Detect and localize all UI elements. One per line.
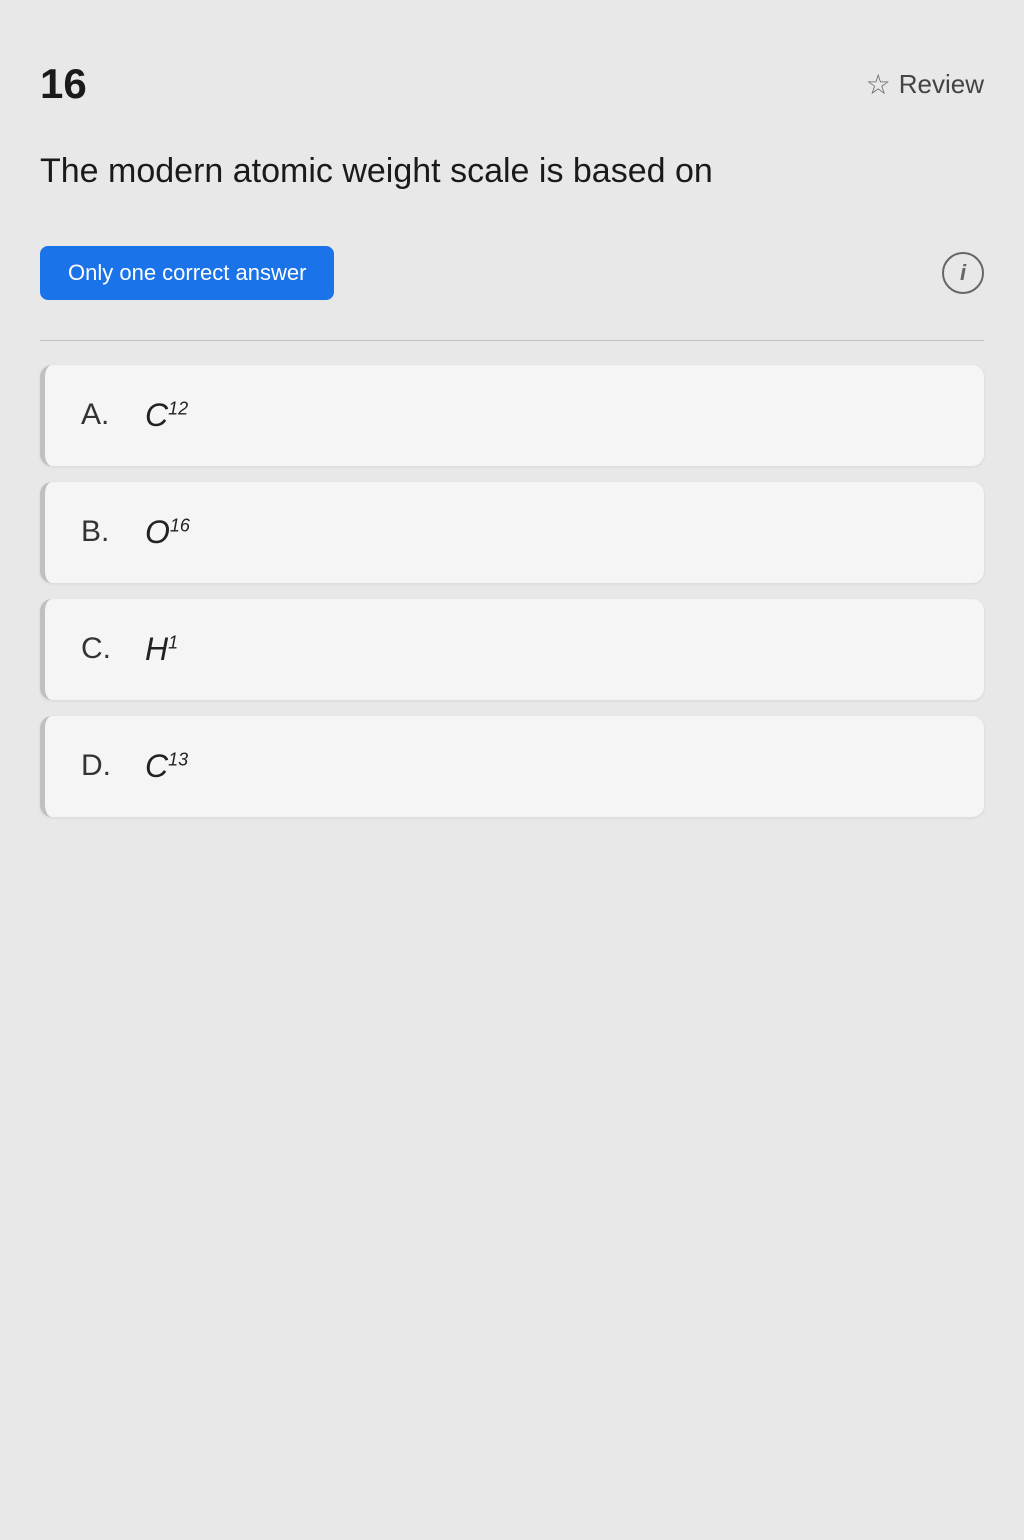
option-a-text: C12	[145, 397, 188, 434]
info-icon[interactable]: i	[942, 252, 984, 294]
option-d[interactable]: D. C13	[40, 716, 984, 817]
question-text: The modern atomic weight scale is based …	[40, 148, 984, 196]
review-label: Review	[899, 69, 984, 100]
option-d-text: C13	[145, 748, 188, 785]
option-b-letter: B.	[81, 515, 117, 549]
page-container: 16 ☆ Review The modern atomic weight sca…	[0, 0, 1024, 1540]
badge-row: Only one correct answer i	[40, 246, 984, 300]
option-c[interactable]: C. H1	[40, 599, 984, 700]
option-c-letter: C.	[81, 632, 117, 666]
star-icon: ☆	[866, 68, 891, 101]
info-symbol: i	[960, 260, 966, 286]
option-c-text: H1	[145, 631, 178, 668]
option-a[interactable]: A. C12	[40, 365, 984, 466]
options-container: A. C12 B. O16 C. H1 D. C13	[40, 365, 984, 817]
option-d-letter: D.	[81, 749, 117, 783]
question-number: 16	[40, 60, 87, 108]
review-button[interactable]: ☆ Review	[866, 68, 984, 101]
option-b-text: O16	[145, 514, 190, 551]
only-one-answer-badge: Only one correct answer	[40, 246, 334, 300]
header-row: 16 ☆ Review	[40, 60, 984, 108]
option-b[interactable]: B. O16	[40, 482, 984, 583]
option-a-letter: A.	[81, 398, 117, 432]
divider	[40, 340, 984, 341]
